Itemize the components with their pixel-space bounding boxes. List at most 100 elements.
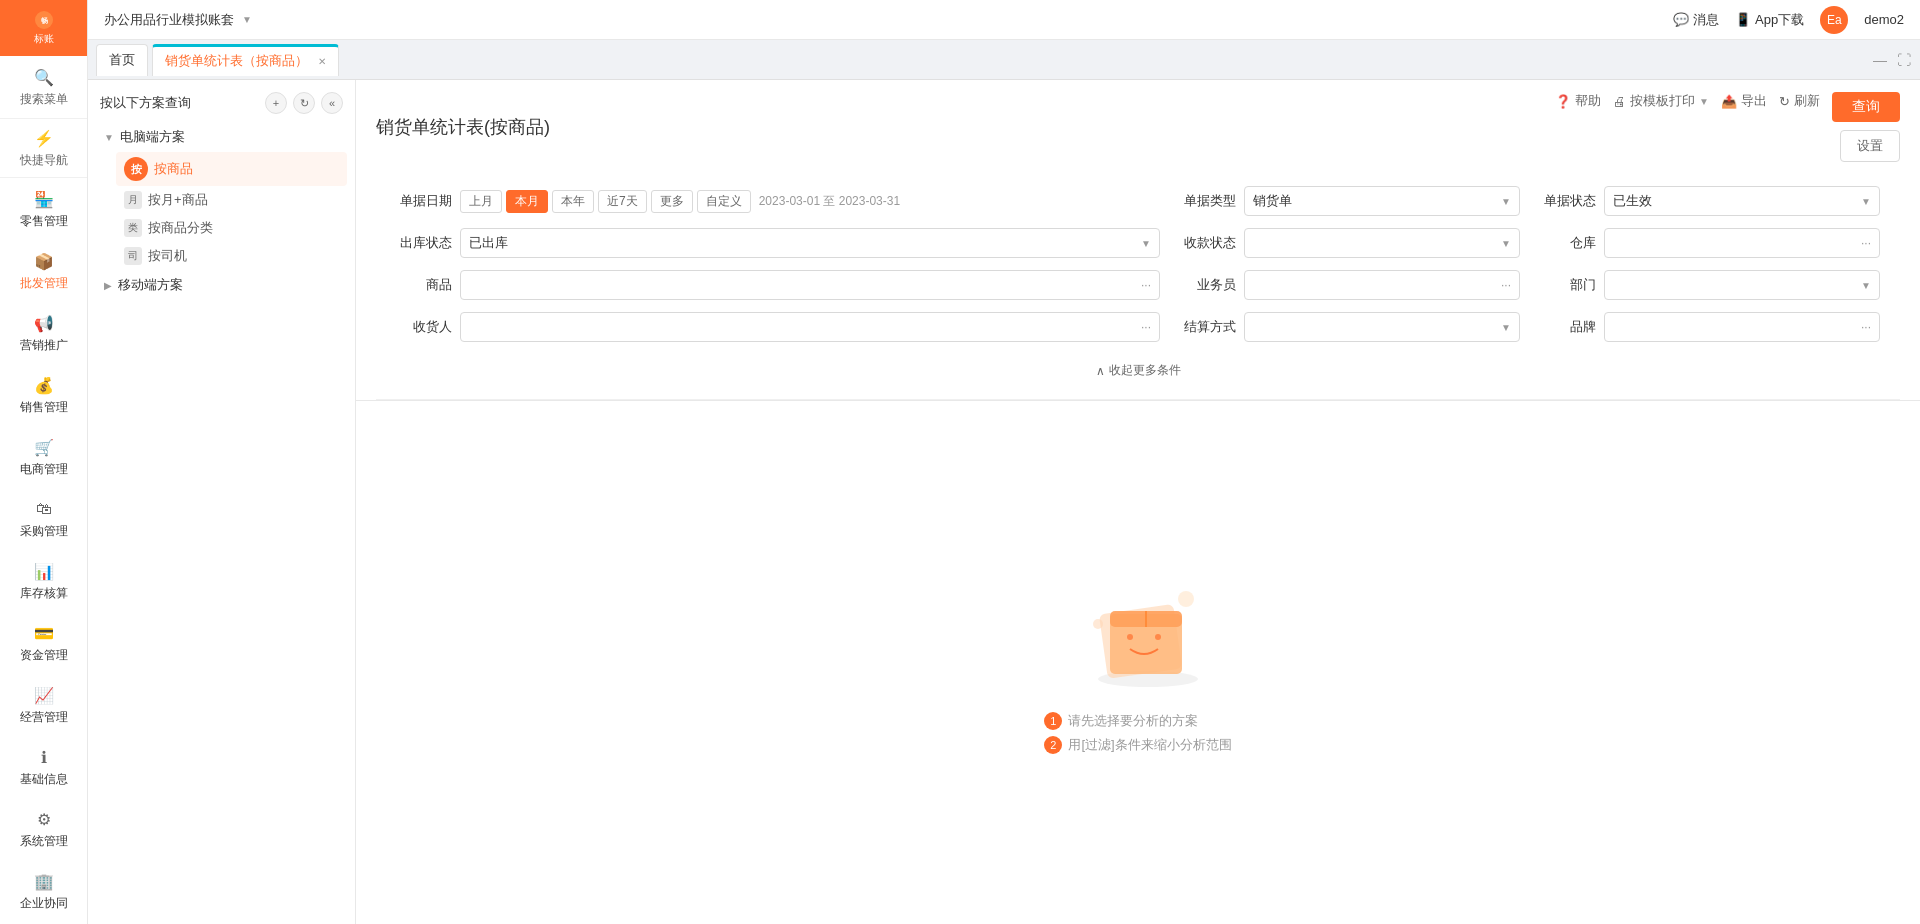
warehouse2-control[interactable]: ··· [1604, 228, 1880, 258]
date-this-month[interactable]: 本月 [506, 190, 548, 213]
tab-sales-stats-label: 销货单统计表（按商品） [165, 52, 308, 70]
date-custom[interactable]: 自定义 [697, 190, 751, 213]
purchase-icon: 🛍 [33, 498, 55, 520]
collapse-more-btn[interactable]: ∧ 收起更多条件 [1096, 362, 1181, 379]
sidebar-item-marketing[interactable]: 📢 营销推广 [0, 302, 87, 364]
sidebar-item-wholesale[interactable]: 📦 批发管理 [0, 240, 87, 302]
tree-section-mobile: ▶ 移动端方案 [88, 270, 355, 300]
svg-point-8 [1155, 634, 1161, 640]
sidebar-logo[interactable]: 畅 标账 [0, 0, 87, 56]
window-controls: — ⛶ [1872, 52, 1912, 68]
wholesale-icon: 📦 [33, 250, 55, 272]
tree-child-by-month-product[interactable]: 月 按月+商品 [116, 186, 347, 214]
top-header: 办公用品行业模拟账套 ▼ 💬 消息 📱 App下载 Ea demo2 [88, 0, 1920, 40]
sidebar-item-finance[interactable]: 💳 资金管理 [0, 612, 87, 674]
breadcrumb-arrow[interactable]: ▼ [242, 14, 252, 25]
tab-sales-stats[interactable]: 销货单统计表（按商品） ✕ [152, 44, 339, 76]
brand-control[interactable]: ··· [1604, 312, 1880, 342]
filter-warehouse-status: 出库状态 已出库 ▼ [396, 228, 1160, 258]
sidebar-item-purchase[interactable]: 🛍 采购管理 [0, 488, 87, 550]
svg-text:畅: 畅 [40, 17, 47, 24]
sidebar-search[interactable]: 🔍 搜索菜单 [0, 56, 87, 119]
tree-child-by-product[interactable]: 按 按商品 [116, 152, 347, 186]
left-panel-title: 按以下方案查询 [100, 94, 191, 112]
message-label: 消息 [1693, 11, 1719, 29]
doc-status-control[interactable]: 已生效 ▼ [1604, 186, 1880, 216]
payment-status-control[interactable]: ▼ [1244, 228, 1520, 258]
sidebar-item-retail[interactable]: 🏪 零售管理 [0, 178, 87, 240]
date-this-year[interactable]: 本年 [552, 190, 594, 213]
sidebar-item-ecommerce[interactable]: 🛒 电商管理 [0, 426, 87, 488]
date-7days[interactable]: 近7天 [598, 190, 647, 213]
sidebar-quick-nav[interactable]: ⚡ 快捷导航 [0, 119, 87, 178]
sidebar-item-system[interactable]: ⚙ 系统管理 [0, 798, 87, 860]
product-dots: ··· [1141, 278, 1151, 292]
sidebar-item-base[interactable]: ℹ 基础信息 [0, 736, 87, 798]
doc-status-arrow: ▼ [1861, 196, 1871, 207]
quick-nav-label: 快捷导航 [20, 152, 68, 169]
message-action[interactable]: 💬 消息 [1673, 11, 1719, 29]
tree-children-pc: 按 按商品 月 按月+商品 类 按商品分类 司 [96, 152, 347, 270]
staff-dots: ··· [1501, 278, 1511, 292]
warehouse-status-control[interactable]: 已出库 ▼ [460, 228, 1160, 258]
sidebar-item-inventory[interactable]: 📊 库存核算 [0, 550, 87, 612]
refresh-icon: ↻ [1779, 94, 1790, 109]
step-1-text: 请先选择要分析的方案 [1068, 712, 1198, 730]
query-btn-area: 查询 设置 [1832, 92, 1900, 162]
help-action[interactable]: ❓ 帮助 [1555, 92, 1601, 110]
left-panel: 按以下方案查询 + ↻ « ▼ 电脑端方案 按 按商品 [88, 80, 356, 924]
search-label: 搜索菜单 [20, 91, 68, 108]
payment-status-arrow: ▼ [1501, 238, 1511, 249]
user-avatar[interactable]: Ea [1820, 6, 1848, 34]
window-minimize[interactable]: — [1872, 52, 1888, 68]
app-download-action[interactable]: 📱 App下载 [1735, 11, 1804, 29]
doc-type-control[interactable]: 销货单 ▼ [1244, 186, 1520, 216]
filter-doc-type: 单据类型 销货单 ▼ [1180, 186, 1520, 216]
finance-label: 资金管理 [20, 647, 68, 664]
filter-area: 单据日期 上月 本月 本年 近7天 更多 自定义 20 [376, 174, 1900, 400]
settings-button[interactable]: 设置 [1840, 130, 1900, 162]
sidebar-item-sales[interactable]: 💰 销售管理 [0, 364, 87, 426]
marketing-label: 营销推广 [20, 337, 68, 354]
tree-child-by-category[interactable]: 类 按商品分类 [116, 214, 347, 242]
month-product-icon: 月 [124, 191, 142, 209]
staff-control[interactable]: ··· [1244, 270, 1520, 300]
quick-nav-icon: ⚡ [33, 127, 55, 149]
tab-home[interactable]: 首页 [96, 44, 148, 76]
print-action[interactable]: 🖨 按模板打印 ▼ [1613, 92, 1709, 110]
page-title-row: 销货单统计表(按商品) ❓ 帮助 🖨 按模板打印 ▼ [376, 92, 1900, 162]
system-icon: ⚙ [33, 808, 55, 830]
tree-child-by-cashier[interactable]: 司 按司机 [116, 242, 347, 270]
doc-type-value: 销货单 [1253, 192, 1292, 210]
sidebar-item-operations[interactable]: 📈 经营管理 [0, 674, 87, 736]
payment-method-control[interactable]: ▼ [1244, 312, 1520, 342]
tab-close-icon[interactable]: ✕ [318, 56, 326, 67]
filter-payment-method: 结算方式 ▼ [1180, 312, 1520, 342]
date-last-month[interactable]: 上月 [460, 190, 502, 213]
page-title: 销货单统计表(按商品) [376, 115, 550, 139]
query-button[interactable]: 查询 [1832, 92, 1900, 122]
payment-method-label: 结算方式 [1180, 318, 1236, 336]
receiver-control[interactable]: ··· [460, 312, 1160, 342]
tree-parent-mobile[interactable]: ▶ 移动端方案 [96, 270, 347, 300]
user-abbr: Ea [1827, 13, 1842, 27]
product-control[interactable]: ··· [460, 270, 1160, 300]
step-num-1: 1 [1044, 712, 1062, 730]
ecommerce-label: 电商管理 [20, 461, 68, 478]
collapse-panel-btn[interactable]: « [321, 92, 343, 114]
refresh-scheme-btn[interactable]: ↻ [293, 92, 315, 114]
export-action[interactable]: 📤 导出 [1721, 92, 1767, 110]
refresh-action[interactable]: ↻ 刷新 [1779, 92, 1820, 110]
add-scheme-btn[interactable]: + [265, 92, 287, 114]
window-maximize[interactable]: ⛶ [1896, 52, 1912, 68]
active-circle-icon: 按 [124, 157, 148, 181]
sales-label: 销售管理 [20, 399, 68, 416]
message-icon: 💬 [1673, 12, 1689, 27]
tree-parent-pc[interactable]: ▼ 电脑端方案 [96, 122, 347, 152]
sidebar-item-enterprise[interactable]: 🏢 企业协同 [0, 860, 87, 922]
marketing-icon: 📢 [33, 312, 55, 334]
collapse-label: 收起更多条件 [1109, 362, 1181, 379]
page-header: 销货单统计表(按商品) ❓ 帮助 🖨 按模板打印 ▼ [356, 80, 1920, 401]
date-more[interactable]: 更多 [651, 190, 693, 213]
dept-control[interactable]: ▼ [1604, 270, 1880, 300]
